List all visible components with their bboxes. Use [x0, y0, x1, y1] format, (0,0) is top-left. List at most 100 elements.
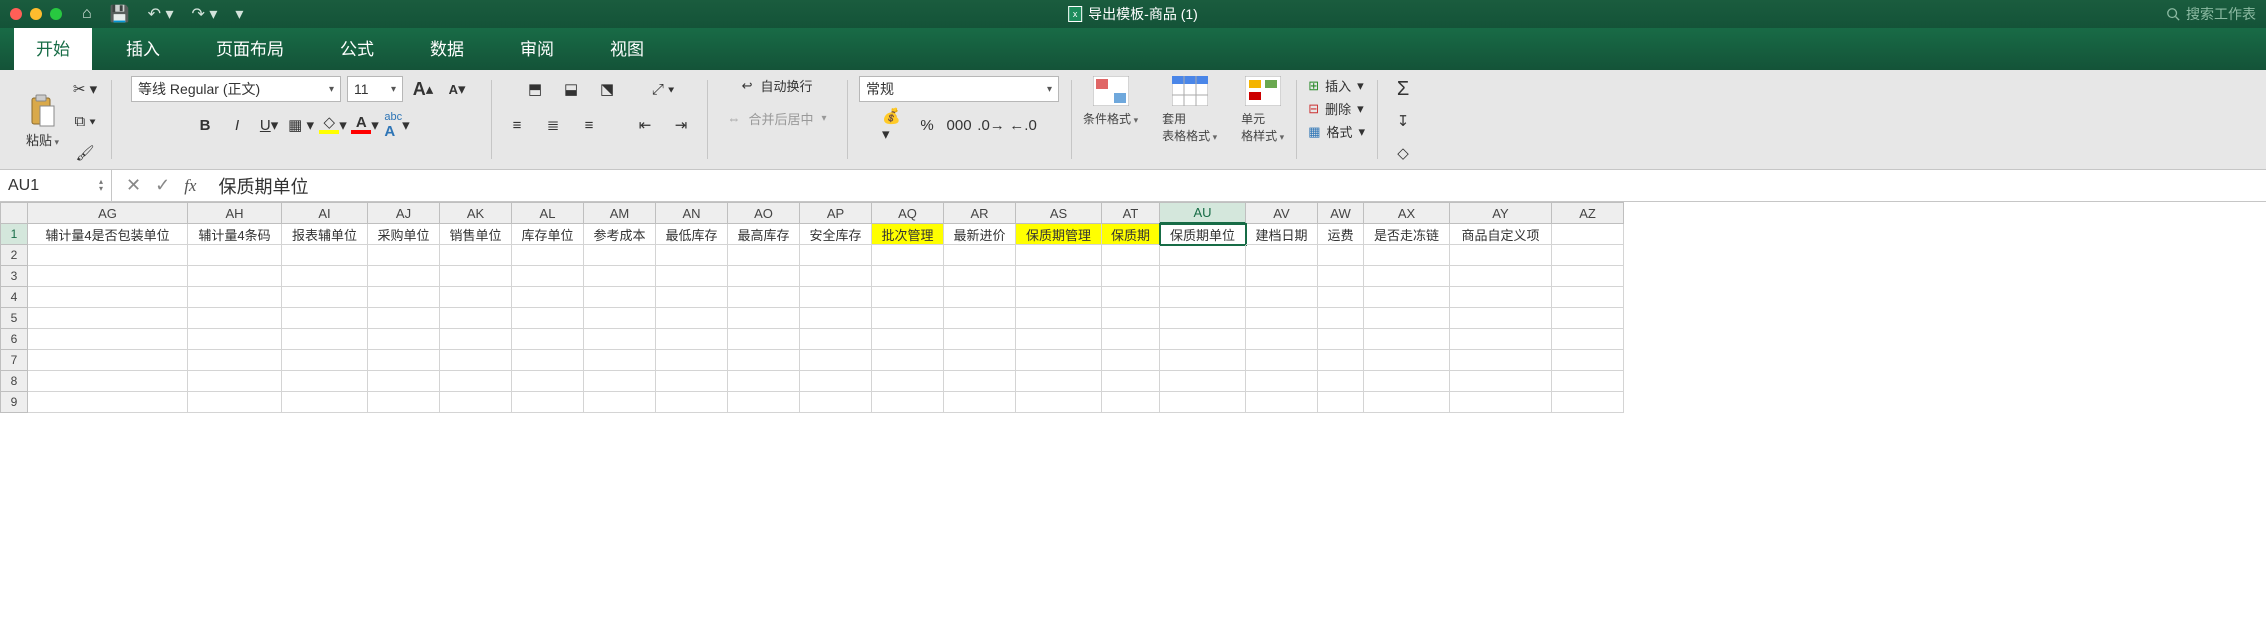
cell-AJ4[interactable]	[368, 287, 440, 308]
cell-AT6[interactable]	[1102, 329, 1160, 350]
cell-AH5[interactable]	[188, 308, 282, 329]
row-header-4[interactable]: 4	[0, 287, 28, 308]
cell-AP6[interactable]	[800, 329, 872, 350]
cell-AU7[interactable]	[1160, 350, 1246, 371]
row-header-3[interactable]: 3	[0, 266, 28, 287]
cell-AG8[interactable]	[28, 371, 188, 392]
italic-button[interactable]: I	[223, 112, 251, 138]
cell-AG3[interactable]	[28, 266, 188, 287]
cell-AW9[interactable]	[1318, 392, 1364, 413]
cell-AQ7[interactable]	[872, 350, 944, 371]
cell-AI5[interactable]	[282, 308, 368, 329]
cell-AR6[interactable]	[944, 329, 1016, 350]
cell-styles-button[interactable]: 单元 格样式	[1241, 76, 1284, 144]
number-format-select[interactable]: 常规▾	[859, 76, 1059, 102]
cell-AZ2[interactable]	[1552, 245, 1624, 266]
col-header-AQ[interactable]: AQ	[872, 202, 944, 224]
cell-AW8[interactable]	[1318, 371, 1364, 392]
row-header-8[interactable]: 8	[0, 371, 28, 392]
col-header-AP[interactable]: AP	[800, 202, 872, 224]
cell-AX4[interactable]	[1364, 287, 1450, 308]
cell-AK4[interactable]	[440, 287, 512, 308]
fill-button[interactable]: ↧	[1389, 108, 1417, 134]
home-icon[interactable]: ⌂	[82, 5, 92, 23]
formula-input[interactable]: 保质期单位	[210, 173, 2266, 199]
increase-decimal-button[interactable]: .0→	[977, 112, 1005, 138]
clear-button[interactable]: ◇	[1389, 140, 1417, 166]
cell-AN2[interactable]	[656, 245, 728, 266]
cell-AT4[interactable]	[1102, 287, 1160, 308]
align-right-button[interactable]: ≡	[575, 112, 603, 138]
cancel-formula-icon[interactable]: ✕	[126, 175, 141, 196]
save-icon[interactable]: 💾	[110, 4, 130, 24]
cell-AO8[interactable]	[728, 371, 800, 392]
cell-AH2[interactable]	[188, 245, 282, 266]
cut-button[interactable]: ✂︎ ▾	[71, 76, 99, 102]
cell-AO7[interactable]	[728, 350, 800, 371]
cell-AJ9[interactable]	[368, 392, 440, 413]
cell-AI1[interactable]: 报表辅单位	[282, 224, 368, 245]
cell-AX8[interactable]	[1364, 371, 1450, 392]
cell-AK5[interactable]	[440, 308, 512, 329]
cell-AS6[interactable]	[1016, 329, 1102, 350]
cell-AG5[interactable]	[28, 308, 188, 329]
cell-AV5[interactable]	[1246, 308, 1318, 329]
cell-AZ8[interactable]	[1552, 371, 1624, 392]
row-header-6[interactable]: 6	[0, 329, 28, 350]
col-header-AK[interactable]: AK	[440, 202, 512, 224]
cell-AL7[interactable]	[512, 350, 584, 371]
col-header-AY[interactable]: AY	[1450, 202, 1552, 224]
cell-AL1[interactable]: 库存单位	[512, 224, 584, 245]
cell-AV2[interactable]	[1246, 245, 1318, 266]
cell-AT9[interactable]	[1102, 392, 1160, 413]
cell-AU5[interactable]	[1160, 308, 1246, 329]
cell-AK1[interactable]: 销售单位	[440, 224, 512, 245]
cell-AN4[interactable]	[656, 287, 728, 308]
cell-AR2[interactable]	[944, 245, 1016, 266]
cell-AQ9[interactable]	[872, 392, 944, 413]
autosum-button[interactable]: Σ	[1389, 76, 1417, 102]
fill-color-button[interactable]: ◇ ▾	[319, 112, 347, 138]
cell-AM8[interactable]	[584, 371, 656, 392]
cell-AU9[interactable]	[1160, 392, 1246, 413]
cell-AI6[interactable]	[282, 329, 368, 350]
cell-AL6[interactable]	[512, 329, 584, 350]
cell-AH7[interactable]	[188, 350, 282, 371]
cell-AW3[interactable]	[1318, 266, 1364, 287]
cell-AU1[interactable]: 保质期单位	[1160, 224, 1246, 245]
cell-AR8[interactable]	[944, 371, 1016, 392]
col-header-AG[interactable]: AG	[28, 202, 188, 224]
decrease-decimal-button[interactable]: ←.0	[1009, 112, 1037, 138]
cell-AW6[interactable]	[1318, 329, 1364, 350]
cell-AY2[interactable]	[1450, 245, 1552, 266]
cell-AN8[interactable]	[656, 371, 728, 392]
cell-AR4[interactable]	[944, 287, 1016, 308]
col-header-AV[interactable]: AV	[1246, 202, 1318, 224]
cell-AV8[interactable]	[1246, 371, 1318, 392]
cell-AH4[interactable]	[188, 287, 282, 308]
cell-AZ7[interactable]	[1552, 350, 1624, 371]
cell-AR3[interactable]	[944, 266, 1016, 287]
cell-AL8[interactable]	[512, 371, 584, 392]
font-size-select[interactable]: 11▾	[347, 76, 403, 102]
cell-AS5[interactable]	[1016, 308, 1102, 329]
close-window-icon[interactable]	[10, 8, 22, 20]
cell-AZ6[interactable]	[1552, 329, 1624, 350]
cell-AY3[interactable]	[1450, 266, 1552, 287]
cell-AS1[interactable]: 保质期管理	[1016, 224, 1102, 245]
cell-AO6[interactable]	[728, 329, 800, 350]
cell-AR5[interactable]	[944, 308, 1016, 329]
cell-AR9[interactable]	[944, 392, 1016, 413]
undo-icon[interactable]: ↶ ▾	[148, 4, 174, 24]
cell-AN6[interactable]	[656, 329, 728, 350]
col-header-AL[interactable]: AL	[512, 202, 584, 224]
col-header-AM[interactable]: AM	[584, 202, 656, 224]
cell-AO2[interactable]	[728, 245, 800, 266]
tab-页面布局[interactable]: 页面布局	[194, 25, 306, 70]
tab-数据[interactable]: 数据	[408, 25, 486, 70]
currency-button[interactable]: 💰 ▾	[881, 112, 909, 138]
cell-AH3[interactable]	[188, 266, 282, 287]
cell-AO4[interactable]	[728, 287, 800, 308]
cell-AQ6[interactable]	[872, 329, 944, 350]
cell-AT5[interactable]	[1102, 308, 1160, 329]
